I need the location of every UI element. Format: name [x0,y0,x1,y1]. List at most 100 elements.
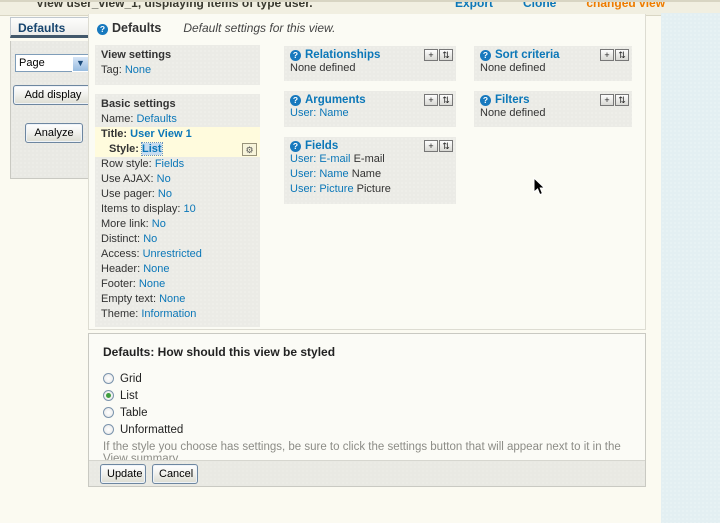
radio-icon[interactable] [103,407,114,418]
argument-item-link[interactable]: User: Name [290,107,349,119]
radio-selected-icon[interactable] [103,390,114,401]
setting-label: Name: [101,113,133,125]
relationships-actions: + ⇅ [424,49,453,61]
setting-label: Tag: [101,64,122,76]
field-item: User: Picture Picture [290,182,450,197]
setting-value-link[interactable]: 10 [184,203,196,215]
add-sort-button[interactable]: + [600,49,614,61]
views-edit-screen: View user_view_1, displaying items of ty… [0,0,720,523]
style-option-unformatted[interactable]: Unformatted [103,421,183,438]
add-filter-button[interactable]: + [600,94,614,106]
help-icon[interactable]: ? [290,50,301,61]
style-option-list[interactable]: List [103,387,183,404]
setting-value-link[interactable]: Defaults [136,113,176,125]
style-option-grid[interactable]: Grid [103,370,183,387]
radio-dot [106,393,111,398]
field-item-link[interactable]: User: Name [290,168,349,180]
help-icon[interactable]: ? [480,50,491,61]
setting-value-link[interactable]: Information [141,308,196,320]
add-relationship-button[interactable]: + [424,49,438,61]
setting-label: Access: [101,248,140,260]
rearrange-relationships-button[interactable]: ⇅ [439,49,453,61]
setting-label: Title: [101,128,127,140]
arguments-title-link[interactable]: Arguments [305,94,366,106]
filters-title-link[interactable]: Filters [495,94,530,106]
basic-setting-row: Distinct: No [101,232,254,247]
setting-value-link[interactable]: None [143,263,169,275]
rearrange-fields-button[interactable]: ⇅ [439,140,453,152]
dropdown-arrow-icon[interactable]: ▼ [72,56,89,72]
rearrange-filters-button[interactable]: ⇅ [615,94,629,106]
arguments-actions: + ⇅ [424,94,453,106]
clone-link[interactable]: Clone [523,0,556,10]
basic-setting-row: Use pager: No [101,187,254,202]
style-options: Grid ListTableUnformatted [103,370,183,438]
setting-label: Use pager: [101,188,155,200]
setting-value-link[interactable]: No [158,188,172,200]
display-type-select-value: Page [19,57,45,69]
help-icon[interactable]: ? [290,141,301,152]
fields-title-link[interactable]: Fields [305,140,338,152]
help-icon[interactable]: ? [290,95,301,106]
relationships-title-link[interactable]: Relationships [305,49,380,61]
sort-criteria-title-link[interactable]: Sort criteria [495,49,560,61]
update-button[interactable]: Update [100,464,146,484]
help-icon[interactable]: ? [480,95,491,106]
style-form-heading: Defaults: How should this view be styled [103,345,335,359]
setting-value-link[interactable]: List [142,143,162,155]
basic-setting-row: Theme: Information [101,307,254,322]
add-display-button[interactable]: Add display [13,85,93,105]
basic-setting-row: Access: Unrestricted [101,247,254,262]
setting-value-link[interactable]: No [143,233,157,245]
setting-value-link[interactable]: None [139,278,165,290]
style-settings-form: Defaults: How should this view be styled… [88,333,646,487]
style-settings-gear-icon[interactable]: ⚙ [242,143,257,156]
setting-label: Distinct: [101,233,140,245]
basic-setting-row: Empty text: None [101,292,254,307]
basic-settings-title: Basic settings [101,97,254,112]
tab-defaults-label: Defaults [18,21,65,35]
field-item-link[interactable]: User: Picture [290,183,354,195]
basic-settings-box: Basic settings Name: DefaultsTitle: User… [95,94,260,327]
add-field-button[interactable]: + [424,140,438,152]
field-item-link[interactable]: User: E-mail [290,153,351,165]
tab-defaults[interactable]: Defaults [10,17,95,38]
display-sidebar: Page ▼ Add display Analyze [10,41,95,179]
field-item-label: Name [349,168,381,180]
basic-setting-row: Use AJAX: No [101,172,254,187]
view-settings-box: View settings Tag: None [95,45,260,85]
setting-value-link[interactable]: None [159,293,185,305]
setting-value-link[interactable]: No [157,173,171,185]
rearrange-arguments-button[interactable]: ⇅ [439,94,453,106]
setting-value-link[interactable]: Fields [155,158,184,170]
relationships-box: ?Relationships + ⇅ None defined [284,46,456,81]
sort-criteria-empty: None defined [480,61,626,76]
cancel-button[interactable]: Cancel [152,464,198,484]
view-title: View user_view_1, displaying items of ty… [36,0,313,10]
filters-empty: None defined [480,106,626,121]
export-link[interactable]: Export [455,0,493,10]
view-action-links: Export Clone changed view [455,0,665,10]
setting-label: Style: [109,143,139,155]
add-argument-button[interactable]: + [424,94,438,106]
radio-icon[interactable] [103,424,114,435]
setting-label: More link: [101,218,149,230]
analyze-button[interactable]: Analyze [25,123,83,143]
help-icon[interactable]: ? [97,24,108,35]
radio-icon[interactable] [103,373,114,384]
setting-value-link[interactable]: None [125,64,151,76]
display-type-select[interactable]: Page ▼ [15,54,91,72]
setting-value-link[interactable]: Unrestricted [143,248,202,260]
arguments-box: ? Arguments + ⇅ User: Name [284,91,456,127]
form-actions-bar: Update Cancel [89,460,645,486]
setting-label: Header: [101,263,140,275]
style-option-label: Grid [120,373,142,385]
field-item: User: Name Name [290,167,450,182]
setting-value-link[interactable]: User View 1 [130,128,192,140]
basic-settings-rows: Name: DefaultsTitle: User View 1Style: L… [101,112,254,322]
rearrange-sorts-button[interactable]: ⇅ [615,49,629,61]
basic-setting-row: Name: Defaults [101,112,254,127]
style-option-table[interactable]: Table [103,404,183,421]
setting-value-link[interactable]: No [152,218,166,230]
setting-label: Row style: [101,158,152,170]
